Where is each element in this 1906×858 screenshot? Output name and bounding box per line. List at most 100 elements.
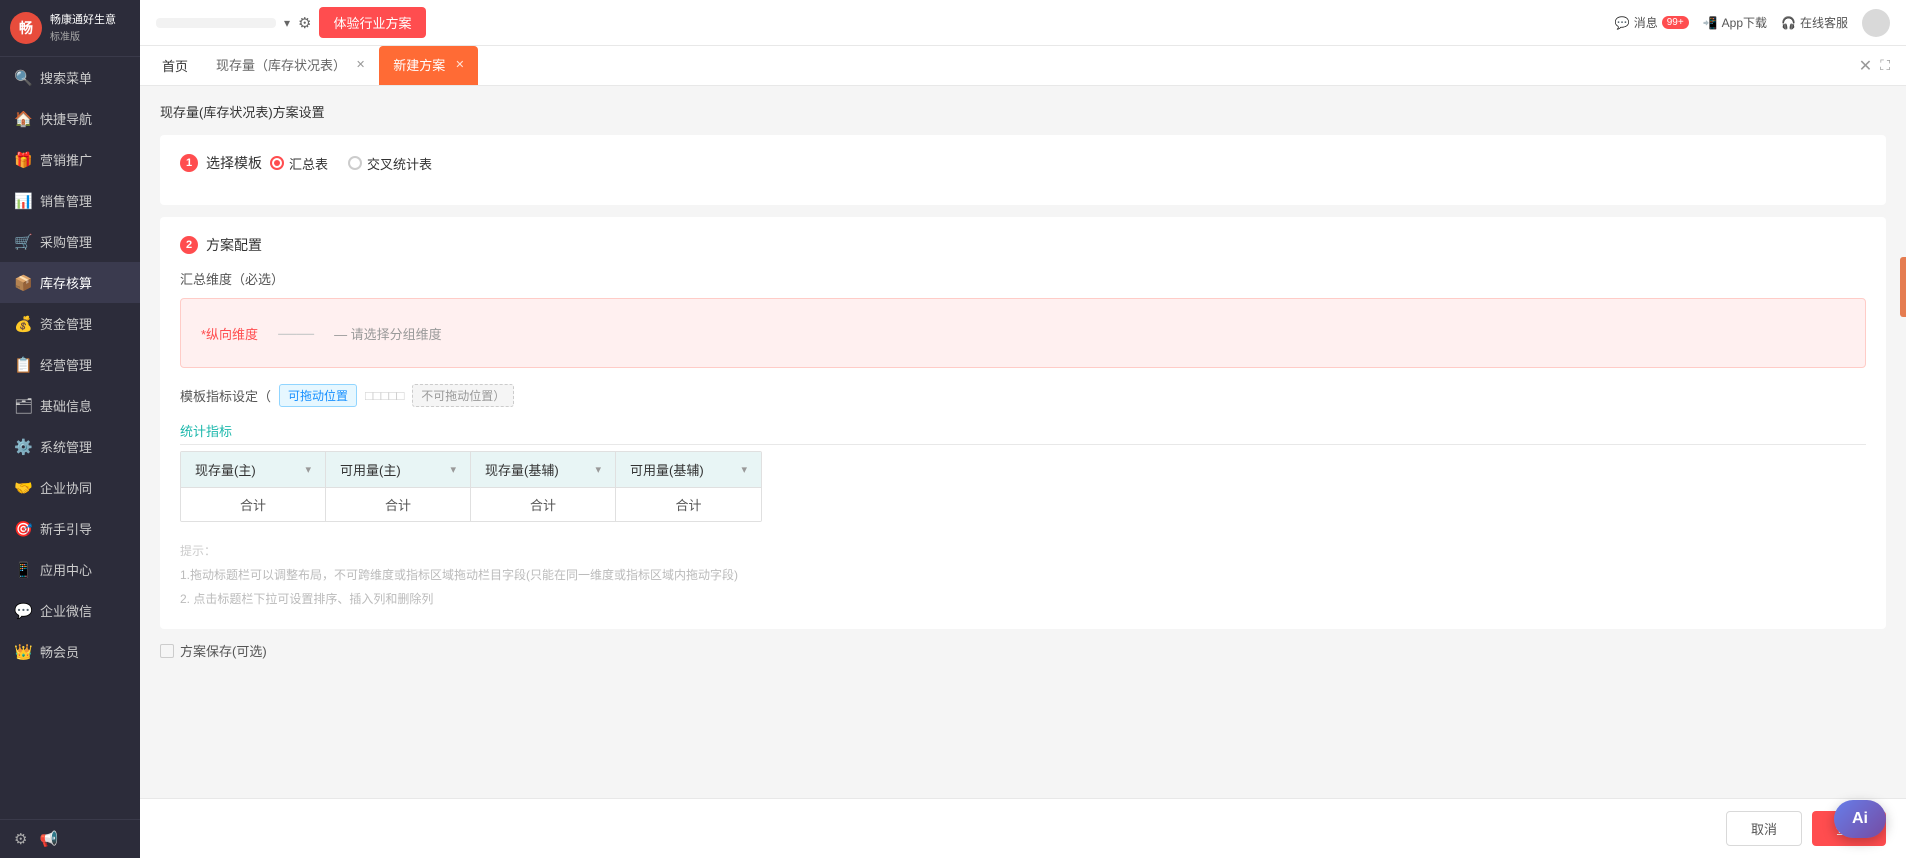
online-service-label: 在线客服 (1800, 14, 1848, 31)
indicator-label: 模板指标设定（ (180, 386, 271, 405)
sidebar-item-appstore[interactable]: 📱 应用中心 (0, 549, 140, 590)
sidebar-item-label: 企业微信 (40, 601, 92, 620)
not-draggable-tag: 不可拖动位置） (412, 384, 514, 407)
sidebar-logo: 畅 畅康通好生意 标准版 (0, 0, 140, 57)
sidebar-item-purchase[interactable]: 🛒 采购管理 (0, 221, 140, 262)
sidebar-bottom: ⚙ 📢 (0, 819, 140, 858)
metrics-col-1[interactable]: 可用量(主) ▾ (326, 452, 471, 488)
step1-title: 选择模板 (206, 153, 262, 173)
tab-inventory[interactable]: 现存量（库存状况表） ✕ (202, 46, 379, 85)
metrics-data-row: 合计 合计 合计 合计 (181, 488, 761, 521)
topbar-search[interactable] (156, 18, 276, 28)
topbar-gear-icon[interactable]: ⚙ (298, 14, 311, 32)
sidebar-item-marketing[interactable]: 🎁 营销推广 (0, 139, 140, 180)
sidebar-item-sales[interactable]: 📊 销售管理 (0, 180, 140, 221)
dim-separator: —— (278, 323, 314, 344)
sidebar-item-search[interactable]: 🔍 搜索菜单 (0, 57, 140, 98)
close-panel-icon[interactable]: ✕ (1859, 56, 1872, 76)
chevron-down-icon-2[interactable]: ▾ (595, 463, 601, 476)
sidebar: 畅 畅康通好生意 标准版 🔍 搜索菜单 🏠 快捷导航 🎁 营销推广 📊 销售管理… (0, 0, 140, 858)
app-download-group[interactable]: 📲 App下载 (1703, 14, 1767, 31)
step2-title: 方案配置 (206, 235, 262, 255)
handshake-icon: 🤝 (14, 479, 32, 497)
sidebar-item-label: 资金管理 (40, 314, 92, 333)
sidebar-item-nav[interactable]: 🏠 快捷导航 (0, 98, 140, 139)
sidebar-item-basic[interactable]: 🗂 基础信息 (0, 385, 140, 426)
phone-download-icon: 📲 (1703, 16, 1718, 30)
right-scroll-handle[interactable] (1900, 257, 1906, 317)
indicator-setting: 模板指标设定（ 可拖动位置 □□□□□ 不可拖动位置） (180, 384, 1866, 407)
message-group[interactable]: 💬 消息 99+ (1615, 14, 1689, 31)
sidebar-item-label: 经营管理 (40, 355, 92, 374)
sidebar-item-member[interactable]: 👑 畅会员 (0, 631, 140, 672)
box-icon: 📦 (14, 274, 32, 292)
dim-area[interactable]: *纵向维度 —— — 请选择分组维度 (180, 298, 1866, 368)
tabs-bar: 首页 现存量（库存状况表） ✕ 新建方案 ✕ ✕ ⛶ (140, 46, 1906, 86)
tips-title: 提示： (180, 539, 1866, 563)
sidebar-item-label: 系统管理 (40, 437, 92, 456)
target-icon: 🎯 (14, 520, 32, 538)
radio-cross-dot (348, 156, 362, 170)
sidebar-item-label: 企业协同 (40, 478, 92, 497)
cart-icon: 🛒 (14, 233, 32, 251)
tip-1: 1.拖动标题栏可以调整布局，不可跨维度或指标区域拖动栏目字段(只能在同一维度或指… (180, 563, 1866, 587)
main-content: ▾ ⚙ 体验行业方案 💬 消息 99+ 📲 App下载 🎧 在线客服 首页 (140, 0, 1906, 858)
sidebar-item-label: 基础信息 (40, 396, 92, 415)
chevron-down-icon-1[interactable]: ▾ (450, 463, 456, 476)
tab-new-plan[interactable]: 新建方案 ✕ (379, 46, 478, 85)
save-checkbox[interactable] (160, 644, 174, 658)
headset-icon: 🎧 (1781, 16, 1796, 30)
metrics-col-2[interactable]: 现存量(基辅) ▾ (471, 452, 616, 488)
metrics-col-0[interactable]: 现存量(主) ▾ (181, 452, 326, 488)
radio-summary[interactable]: 汇总表 (270, 154, 328, 173)
sidebar-item-inventory[interactable]: 📦 库存核算 (0, 262, 140, 303)
settings-icon[interactable]: ⚙ (14, 830, 27, 848)
radio-summary-label: 汇总表 (289, 154, 328, 173)
metrics-section: 统计指标 现存量(主) ▾ 可用量(主) ▾ 现存量(基辅) (180, 421, 1866, 525)
page-content: 现存量(库存状况表)方案设置 1 选择模板 汇总表 交叉统计表 (140, 86, 1906, 798)
message-badge: 99+ (1662, 16, 1689, 29)
sidebar-item-label: 采购管理 (40, 232, 92, 251)
crown-icon: 👑 (14, 643, 32, 661)
cancel-button[interactable]: 取消 (1726, 811, 1802, 846)
chat-icon: 💬 (14, 602, 32, 620)
topbar: ▾ ⚙ 体验行业方案 💬 消息 99+ 📲 App下载 🎧 在线客服 (140, 0, 1906, 46)
sidebar-item-system[interactable]: ⚙️ 系统管理 (0, 426, 140, 467)
search-icon: 🔍 (14, 69, 32, 87)
chevron-down-icon-0[interactable]: ▾ (305, 463, 311, 476)
sidebar-item-newguide[interactable]: 🎯 新手引导 (0, 508, 140, 549)
gear-icon: ⚙️ (14, 438, 32, 456)
step2-card: 2 方案配置 汇总维度（必选） *纵向维度 —— — 请选择分组维度 模板指标设… (160, 217, 1886, 629)
expand-panel-icon[interactable]: ⛶ (1880, 57, 1890, 74)
radio-summary-dot (270, 156, 284, 170)
radio-cross-label: 交叉统计表 (367, 154, 432, 173)
chart-icon: 📊 (14, 192, 32, 210)
tab-home-label: 首页 (162, 56, 188, 75)
tab-inventory-close[interactable]: ✕ (356, 58, 365, 71)
tab-new-plan-close[interactable]: ✕ (455, 58, 464, 71)
metrics-sub-2: 合计 (471, 488, 616, 521)
step1-card: 1 选择模板 汇总表 交叉统计表 (160, 135, 1886, 205)
sidebar-item-wechat[interactable]: 💬 企业微信 (0, 590, 140, 631)
draggable-tag: 可拖动位置 (279, 384, 357, 407)
speaker-icon[interactable]: 📢 (39, 830, 58, 848)
topbar-dropdown[interactable]: ▾ (284, 16, 290, 30)
sidebar-item-label: 畅会员 (40, 642, 79, 661)
home-icon: 🏠 (14, 110, 32, 128)
metrics-header-row: 现存量(主) ▾ 可用量(主) ▾ 现存量(基辅) ▾ 可用量(基辅) (181, 452, 761, 488)
message-icon: 💬 (1615, 16, 1630, 30)
topbar-left: ▾ ⚙ 体验行业方案 (156, 7, 1605, 38)
save-option: 方案保存(可选) (160, 641, 1886, 660)
ai-fab[interactable]: Ai (1834, 800, 1886, 838)
online-service-group[interactable]: 🎧 在线客服 (1781, 14, 1848, 31)
user-avatar[interactable] (1862, 9, 1890, 37)
radio-cross[interactable]: 交叉统计表 (348, 154, 432, 173)
sidebar-item-finance[interactable]: 💰 资金管理 (0, 303, 140, 344)
metrics-col-3[interactable]: 可用量(基辅) ▾ (616, 452, 761, 488)
experience-btn[interactable]: 体验行业方案 (319, 7, 425, 38)
tab-inventory-label: 现存量（库存状况表） (216, 55, 346, 74)
sidebar-item-management[interactable]: 📋 经营管理 (0, 344, 140, 385)
sidebar-item-contract[interactable]: 🤝 企业协同 (0, 467, 140, 508)
chevron-down-icon-3[interactable]: ▾ (741, 463, 747, 476)
tab-home[interactable]: 首页 (148, 46, 202, 85)
